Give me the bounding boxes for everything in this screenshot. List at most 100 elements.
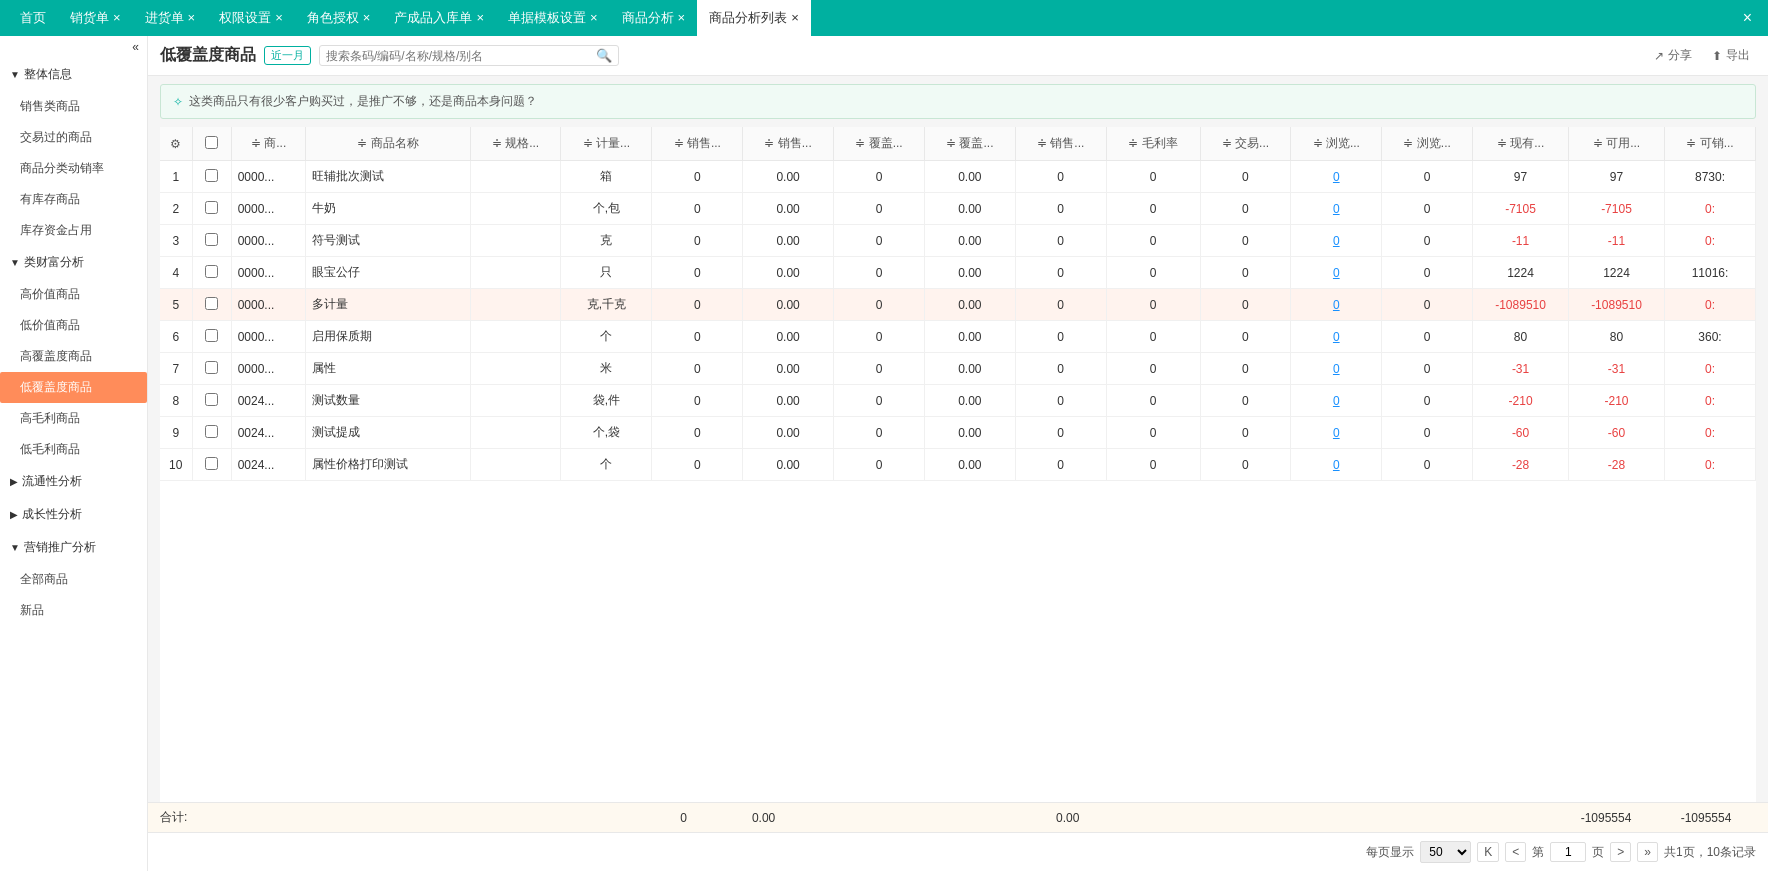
sidebar-item-low-margin[interactable]: 低毛利商品 <box>0 434 147 465</box>
page-input[interactable] <box>1550 842 1586 862</box>
code-column-header[interactable]: ≑ 商... <box>231 127 306 161</box>
row-select-checkbox[interactable] <box>205 393 218 406</box>
sidebar-item-high-coverage[interactable]: 高覆盖度商品 <box>0 341 147 372</box>
row-current: -7105 <box>1473 193 1569 225</box>
sidebar-group-wealth[interactable]: ▼ 类财富分析 <box>0 246 147 279</box>
name-column-header[interactable]: ≑ 商品名称 <box>306 127 470 161</box>
share-button[interactable]: ↗ 分享 <box>1648 44 1698 67</box>
row-checkbox[interactable] <box>192 385 231 417</box>
nav-sales[interactable]: 销货单 × <box>58 0 133 36</box>
row-code: 0000... <box>231 193 306 225</box>
saleable-column-header[interactable]: ≑ 可销... <box>1664 127 1755 161</box>
sales3-column-header[interactable]: ≑ 销售... <box>1015 127 1106 161</box>
row-checkbox[interactable] <box>192 161 231 193</box>
prev-page-button[interactable]: < <box>1505 842 1526 862</box>
sidebar-item-sales-goods[interactable]: 销售类商品 <box>0 91 147 122</box>
row-select-checkbox[interactable] <box>205 361 218 374</box>
sidebar-item-in-stock[interactable]: 有库存商品 <box>0 184 147 215</box>
row-browse1[interactable]: 0 <box>1291 417 1382 449</box>
row-no: 10 <box>160 449 192 481</box>
row-code: 0024... <box>231 417 306 449</box>
nav-goods-analysis[interactable]: 商品分析 × <box>610 0 698 36</box>
next-page-button[interactable]: > <box>1610 842 1631 862</box>
select-all-checkbox[interactable] <box>205 136 218 149</box>
row-browse1[interactable]: 0 <box>1291 385 1382 417</box>
per-page-select[interactable]: 50 10 20 100 <box>1420 841 1471 863</box>
row-select-checkbox[interactable] <box>205 265 218 278</box>
nav-home[interactable]: 首页 <box>8 0 58 36</box>
sidebar-item-low-value[interactable]: 低价值商品 <box>0 310 147 341</box>
gross-column-header[interactable]: ≑ 毛利率 <box>1106 127 1200 161</box>
row-current: -31 <box>1473 353 1569 385</box>
sidebar-item-stock-capital[interactable]: 库存资金占用 <box>0 215 147 246</box>
row-checkbox[interactable] <box>192 449 231 481</box>
browse1-column-header[interactable]: ≑ 浏览... <box>1291 127 1382 161</box>
nav-product-stock[interactable]: 产成品入库单 × <box>382 0 496 36</box>
export-button[interactable]: ⬆ 导出 <box>1706 44 1756 67</box>
row-select-checkbox[interactable] <box>205 201 218 214</box>
sidebar-group-growth[interactable]: ▶ 成长性分析 <box>0 498 147 531</box>
row-checkbox[interactable] <box>192 417 231 449</box>
nav-template[interactable]: 单据模板设置 × <box>496 0 610 36</box>
settings-column-header[interactable]: ⚙ <box>160 127 192 161</box>
browse2-column-header[interactable]: ≑ 浏览... <box>1382 127 1473 161</box>
spec-column-header[interactable]: ≑ 规格... <box>470 127 561 161</box>
row-browse1[interactable]: 0 <box>1291 257 1382 289</box>
available-column-header[interactable]: ≑ 可用... <box>1569 127 1665 161</box>
row-browse2: 0 <box>1382 225 1473 257</box>
chevron-right-icon: ▶ <box>10 476 18 487</box>
row-browse1[interactable]: 0 <box>1291 193 1382 225</box>
row-select-checkbox[interactable] <box>205 457 218 470</box>
trade-column-header[interactable]: ≑ 交易... <box>1200 127 1291 161</box>
sidebar-item-high-margin[interactable]: 高毛利商品 <box>0 403 147 434</box>
first-page-button[interactable]: K <box>1477 842 1499 862</box>
sidebar-item-new-goods[interactable]: 新品 <box>0 595 147 626</box>
nav-permission[interactable]: 权限设置 × <box>207 0 295 36</box>
nav-role[interactable]: 角色授权 × <box>295 0 383 36</box>
current-column-header[interactable]: ≑ 现有... <box>1473 127 1569 161</box>
row-select-checkbox[interactable] <box>205 297 218 310</box>
row-checkbox[interactable] <box>192 257 231 289</box>
sidebar-item-low-coverage[interactable]: 低覆盖度商品 <box>0 372 147 403</box>
row-browse1[interactable]: 0 <box>1291 225 1382 257</box>
checkbox-column-header[interactable] <box>192 127 231 161</box>
unit-column-header[interactable]: ≑ 计量... <box>561 127 652 161</box>
row-checkbox[interactable] <box>192 321 231 353</box>
row-select-checkbox[interactable] <box>205 233 218 246</box>
sidebar-item-high-value[interactable]: 高价值商品 <box>0 279 147 310</box>
nav-purchase[interactable]: 进货单 × <box>133 0 208 36</box>
sales1-column-header[interactable]: ≑ 销售... <box>652 127 743 161</box>
row-spec <box>470 161 561 193</box>
row-checkbox[interactable] <box>192 193 231 225</box>
row-checkbox[interactable] <box>192 353 231 385</box>
row-no: 8 <box>160 385 192 417</box>
sidebar-item-category-rate[interactable]: 商品分类动销率 <box>0 153 147 184</box>
window-close-button[interactable]: × <box>1735 9 1760 27</box>
search-input[interactable] <box>326 49 596 63</box>
row-browse1[interactable]: 0 <box>1291 449 1382 481</box>
sidebar-collapse-button[interactable]: « <box>0 36 147 58</box>
row-select-checkbox[interactable] <box>205 329 218 342</box>
sidebar-group-marketing[interactable]: ▼ 营销推广分析 <box>0 531 147 564</box>
cover2-column-header[interactable]: ≑ 覆盖... <box>924 127 1015 161</box>
cover1-column-header[interactable]: ≑ 覆盖... <box>834 127 925 161</box>
row-checkbox[interactable] <box>192 289 231 321</box>
sales2-column-header[interactable]: ≑ 销售... <box>743 127 834 161</box>
row-checkbox[interactable] <box>192 225 231 257</box>
sidebar-group-overall[interactable]: ▼ 整体信息 <box>0 58 147 91</box>
nav-goods-analysis-list[interactable]: 商品分析列表 × <box>697 0 811 36</box>
row-select-checkbox[interactable] <box>205 169 218 182</box>
sidebar-item-traded-goods[interactable]: 交易过的商品 <box>0 122 147 153</box>
time-tag[interactable]: 近一月 <box>264 46 311 65</box>
row-select-checkbox[interactable] <box>205 425 218 438</box>
row-browse1[interactable]: 0 <box>1291 353 1382 385</box>
row-browse1[interactable]: 0 <box>1291 321 1382 353</box>
sidebar-group-liquidity[interactable]: ▶ 流通性分析 <box>0 465 147 498</box>
last-page-button[interactable]: » <box>1637 842 1658 862</box>
row-sales1: 0 <box>652 449 743 481</box>
row-saleable: 0: <box>1664 417 1755 449</box>
row-browse1[interactable]: 0 <box>1291 289 1382 321</box>
row-browse1[interactable]: 0 <box>1291 161 1382 193</box>
row-code: 0024... <box>231 385 306 417</box>
sidebar-item-all-goods[interactable]: 全部商品 <box>0 564 147 595</box>
